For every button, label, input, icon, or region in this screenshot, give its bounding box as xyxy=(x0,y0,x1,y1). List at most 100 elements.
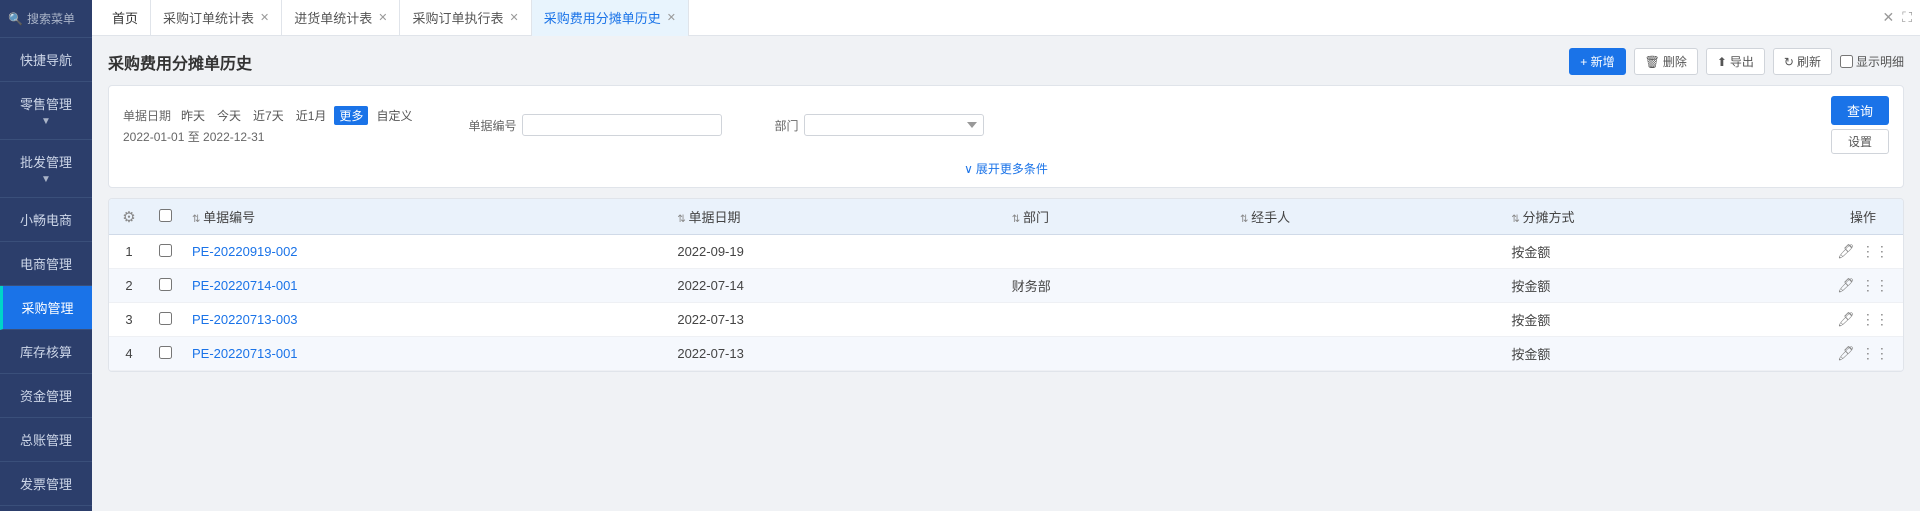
ops-icons: 🖊 ⋮⋮ xyxy=(1833,311,1893,328)
doc-no-input[interactable] xyxy=(522,114,722,136)
row-checkbox[interactable] xyxy=(159,312,172,325)
more-icon[interactable]: ⋮⋮ xyxy=(1861,277,1889,294)
tab-purchase-cost-history[interactable]: 采购费用分摊单历史 ✕ xyxy=(532,0,689,36)
cell-dept xyxy=(1002,303,1230,337)
export-button[interactable]: ⬆ 导出 xyxy=(1706,48,1765,75)
more-icon[interactable]: ⋮⋮ xyxy=(1861,243,1889,260)
cell-checkbox[interactable] xyxy=(149,269,182,303)
doc-no-link[interactable]: PE-20220713-003 xyxy=(192,312,298,327)
refresh-button[interactable]: ↻ 刷新 xyxy=(1773,48,1832,75)
delete-button[interactable]: 🗑 删除 xyxy=(1634,48,1698,75)
edit-icon[interactable]: 🖊 xyxy=(1837,277,1855,294)
select-all-checkbox[interactable] xyxy=(159,209,172,222)
date-btn-yesterday[interactable]: 昨天 xyxy=(177,106,209,125)
cell-doc-date: 2022-09-19 xyxy=(667,235,1001,269)
dept-select[interactable]: 财务部 xyxy=(804,114,984,136)
edit-icon[interactable]: 🖊 xyxy=(1837,311,1855,328)
close-icon[interactable]: ✕ xyxy=(667,11,676,24)
tab-purchase-order-exec-label: 采购订单执行表 xyxy=(412,8,503,27)
table-body: 1 PE-20220919-002 2022-09-19 按金额 🖊 ⋮⋮ 2 xyxy=(109,235,1903,371)
tab-home[interactable]: 首页 xyxy=(100,0,151,36)
more-icon[interactable]: ⋮⋮ xyxy=(1861,311,1889,328)
sidebar-item-wholesale[interactable]: 批发管理 ▼ xyxy=(0,140,92,198)
row-checkbox[interactable] xyxy=(159,278,172,291)
cell-ops: 🖊 ⋮⋮ xyxy=(1823,235,1903,269)
settings-icon[interactable]: ⚙ xyxy=(122,209,135,226)
cell-checkbox[interactable] xyxy=(149,235,182,269)
close-window-icon[interactable]: ✕ xyxy=(1882,9,1894,26)
date-btn-1month[interactable]: 近1月 xyxy=(292,106,331,125)
main-content: 首页 采购订单统计表 ✕ 进货单统计表 ✕ 采购订单执行表 ✕ 采购费用分摊单历… xyxy=(92,0,1920,511)
maximize-icon[interactable]: ⛶ xyxy=(1902,9,1912,26)
sidebar-item-ecommerce[interactable]: 电商管理 xyxy=(0,242,92,286)
sidebar-ledger-label: 总账管理 xyxy=(20,430,72,449)
th-split-method[interactable]: ⇅ 分摊方式 xyxy=(1501,199,1823,235)
cell-split-method: 按金额 xyxy=(1501,337,1823,371)
close-icon[interactable]: ✕ xyxy=(260,11,269,24)
cell-handler xyxy=(1230,235,1501,269)
setting-button[interactable]: 设置 xyxy=(1831,129,1889,154)
close-icon[interactable]: ✕ xyxy=(510,11,519,24)
date-btn-custom[interactable]: 自定义 xyxy=(372,106,416,125)
sidebar-search[interactable]: 🔍 搜索菜单 xyxy=(0,0,92,38)
row-checkbox[interactable] xyxy=(159,244,172,257)
tab-actions: ✕ ⛶ xyxy=(1882,9,1912,26)
query-button[interactable]: 查询 xyxy=(1831,96,1889,125)
cell-checkbox[interactable] xyxy=(149,337,182,371)
sidebar-invoice-label: 发票管理 xyxy=(20,474,72,493)
table: ⚙ ⇅ 单据编号 ⇅ 单据日期 xyxy=(109,199,1903,371)
date-range-display: 2022-01-01 至 2022-12-31 xyxy=(123,128,416,145)
th-settings[interactable]: ⚙ xyxy=(109,199,149,235)
th-doc-date[interactable]: ⇅ 单据日期 xyxy=(667,199,1001,235)
tab-purchase-order-stats[interactable]: 采购订单统计表 ✕ xyxy=(151,0,282,36)
table-header: ⚙ ⇅ 单据编号 ⇅ 单据日期 xyxy=(109,199,1903,235)
sidebar-item-nav[interactable]: 快捷导航 xyxy=(0,38,92,82)
tab-home-label: 首页 xyxy=(112,8,138,27)
sidebar-item-ecommerce-small[interactable]: 小畅电商 xyxy=(0,198,92,242)
cell-doc-no: PE-20220714-001 xyxy=(182,269,667,303)
add-button[interactable]: + 新增 xyxy=(1569,48,1625,75)
tab-bar: 首页 采购订单统计表 ✕ 进货单统计表 ✕ 采购订单执行表 ✕ 采购费用分摊单历… xyxy=(92,0,1920,36)
sidebar-item-retail[interactable]: 零售管理 ▼ xyxy=(0,82,92,140)
doc-no-link[interactable]: PE-20220714-001 xyxy=(192,278,298,293)
dept-filter: 部门 财务部 xyxy=(774,114,984,136)
edit-icon[interactable]: 🖊 xyxy=(1837,243,1855,260)
sort-icon: ⇅ xyxy=(1511,214,1522,225)
doc-no-link[interactable]: PE-20220919-002 xyxy=(192,244,298,259)
ops-icons: 🖊 ⋮⋮ xyxy=(1833,277,1893,294)
th-doc-no[interactable]: ⇅ 单据编号 xyxy=(182,199,667,235)
edit-icon[interactable]: 🖊 xyxy=(1837,345,1855,362)
tab-purchase-order-exec[interactable]: 采购订单执行表 ✕ xyxy=(400,0,531,36)
sidebar-item-inventory[interactable]: 库存核算 xyxy=(0,330,92,374)
cell-split-method: 按金额 xyxy=(1501,269,1823,303)
cell-ops: 🖊 ⋮⋮ xyxy=(1823,269,1903,303)
more-icon[interactable]: ⋮⋮ xyxy=(1861,345,1889,362)
sidebar: 🔍 搜索菜单 快捷导航 零售管理 ▼ 批发管理 ▼ 小畅电商 电商管理 采购管理… xyxy=(0,0,92,511)
sidebar-item-ledger[interactable]: 总账管理 xyxy=(0,418,92,462)
th-dept[interactable]: ⇅ 部门 xyxy=(1002,199,1230,235)
table-row: 1 PE-20220919-002 2022-09-19 按金额 🖊 ⋮⋮ xyxy=(109,235,1903,269)
sort-icon: ⇅ xyxy=(1012,214,1023,225)
sidebar-item-finance[interactable]: 资金管理 xyxy=(0,374,92,418)
show-detail-input[interactable] xyxy=(1840,55,1853,68)
sidebar-item-invoice[interactable]: 发票管理 xyxy=(0,462,92,506)
sidebar-nav-label: 快捷导航 xyxy=(20,50,72,69)
sidebar-item-purchase[interactable]: 采购管理 xyxy=(0,286,92,330)
date-btn-today[interactable]: 今天 xyxy=(213,106,245,125)
date-btn-7days[interactable]: 近7天 xyxy=(249,106,288,125)
expand-more-button[interactable]: ∨ 展开更多条件 xyxy=(964,160,1048,177)
doc-no-link[interactable]: PE-20220713-001 xyxy=(192,346,298,361)
cell-checkbox[interactable] xyxy=(149,303,182,337)
chevron-down-icon: ▼ xyxy=(41,116,51,127)
cell-split-method: 按金额 xyxy=(1501,303,1823,337)
sort-icon: ⇅ xyxy=(1240,214,1251,225)
show-detail-checkbox[interactable]: 显示明细 xyxy=(1840,53,1904,70)
filter-bar: 单据日期 昨天 今天 近7天 近1月 更多 自定义 2022-01-01 至 2… xyxy=(108,85,1904,188)
date-quick-buttons: 昨天 今天 近7天 近1月 更多 自定义 xyxy=(177,106,416,125)
tab-purchase-goods-stats[interactable]: 进货单统计表 ✕ xyxy=(282,0,400,36)
cell-handler xyxy=(1230,337,1501,371)
th-handler[interactable]: ⇅ 经手人 xyxy=(1230,199,1501,235)
date-btn-more[interactable]: 更多 xyxy=(334,106,368,125)
row-checkbox[interactable] xyxy=(159,346,172,359)
close-icon[interactable]: ✕ xyxy=(378,11,387,24)
